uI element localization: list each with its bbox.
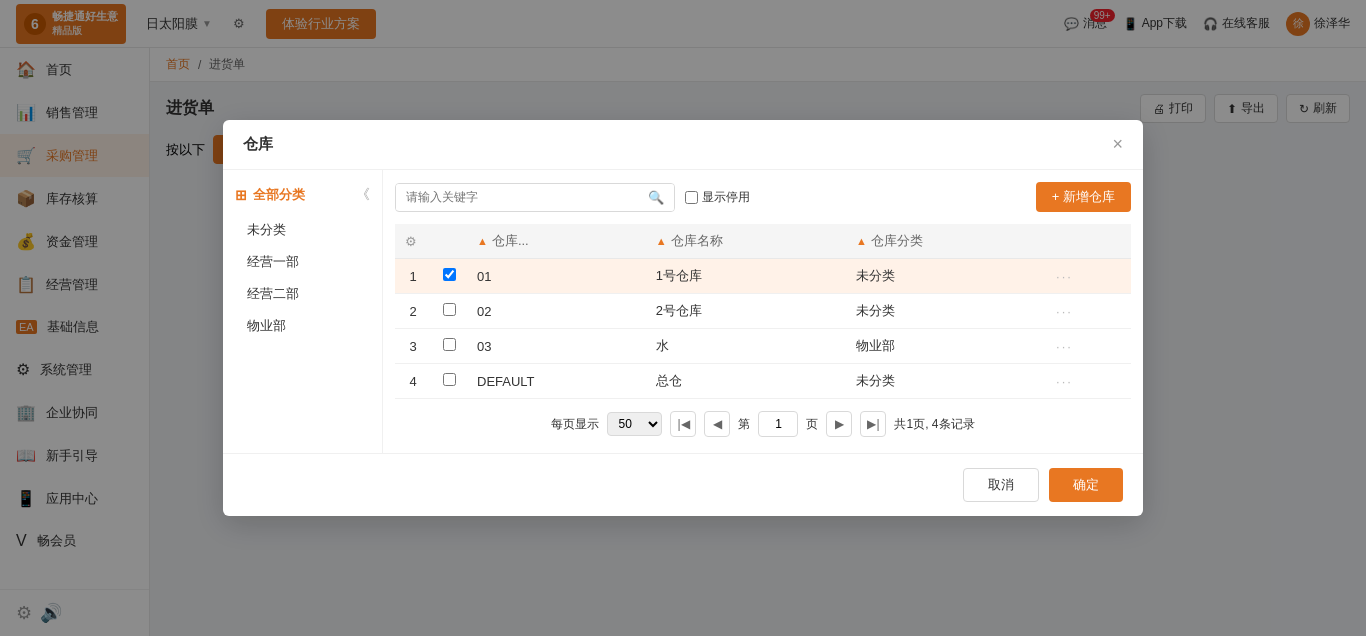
category-item-1[interactable]: 经营一部	[223, 246, 382, 278]
category-panel: ⊞ 全部分类 《 未分类 经营一部 经营二部 物业部	[223, 170, 383, 453]
first-page-btn[interactable]: |◀	[670, 411, 696, 437]
th-name: ▲ 仓库名称	[646, 224, 846, 259]
td-checkbox[interactable]	[431, 329, 467, 364]
category-header: ⊞ 全部分类 《	[223, 180, 382, 214]
td-gear: 4	[395, 364, 431, 399]
td-checkbox[interactable]	[431, 364, 467, 399]
th-category: ▲ 仓库分类	[846, 224, 1046, 259]
td-gear: 1	[395, 259, 431, 294]
th-code: ▲ 仓库...	[467, 224, 646, 259]
table-panel: 🔍 显示停用 + 新增仓库 ⚙	[383, 170, 1143, 453]
th-actions	[1046, 224, 1131, 259]
modal-title: 仓库	[243, 135, 273, 154]
td-gear: 3	[395, 329, 431, 364]
th-settings: ⚙	[395, 224, 431, 259]
td-name: 1号仓库	[646, 259, 846, 294]
prev-page-btn[interactable]: ◀	[704, 411, 730, 437]
table-toolbar: 🔍 显示停用 + 新增仓库	[395, 182, 1131, 212]
table-row[interactable]: 4 DEFAULT 总仓 未分类 ···	[395, 364, 1131, 399]
td-category: 未分类	[846, 364, 1046, 399]
grid-icon: ⊞	[235, 187, 247, 203]
add-warehouse-btn[interactable]: + 新增仓库	[1036, 182, 1131, 212]
warehouse-modal: 仓库 × ⊞ 全部分类 《 未分类 经营一部	[223, 120, 1143, 516]
page-number-input[interactable]	[758, 411, 798, 437]
td-more[interactable]: ···	[1046, 329, 1131, 364]
modal-header: 仓库 ×	[223, 120, 1143, 170]
category-item-2[interactable]: 经营二部	[223, 278, 382, 310]
search-icon[interactable]: 🔍	[638, 184, 674, 211]
cancel-btn[interactable]: 取消	[963, 468, 1039, 502]
total-label: 共1页, 4条记录	[894, 416, 974, 433]
td-name: 2号仓库	[646, 294, 846, 329]
modal-overlay: 仓库 × ⊞ 全部分类 《 未分类 经营一部	[0, 0, 1366, 636]
td-more[interactable]: ···	[1046, 294, 1131, 329]
last-page-btn[interactable]: ▶|	[860, 411, 886, 437]
td-gear: 2	[395, 294, 431, 329]
show-disabled-checkbox[interactable]	[685, 191, 698, 204]
per-page-select[interactable]: 50 100 200	[607, 412, 662, 436]
page-suffix: 页	[806, 416, 818, 433]
page-prefix: 第	[738, 416, 750, 433]
td-category: 物业部	[846, 329, 1046, 364]
td-checkbox[interactable]	[431, 294, 467, 329]
search-input[interactable]	[396, 184, 638, 210]
td-more[interactable]: ···	[1046, 364, 1131, 399]
pagination: 每页显示 50 100 200 |◀ ◀ 第 页 ▶ ▶| 共1页, 4条记录	[395, 399, 1131, 441]
td-category: 未分类	[846, 294, 1046, 329]
td-category: 未分类	[846, 259, 1046, 294]
collapse-btn[interactable]: 《	[356, 186, 370, 204]
per-page-label: 每页显示	[551, 416, 599, 433]
td-code: 01	[467, 259, 646, 294]
modal-footer: 取消 确定	[223, 453, 1143, 516]
td-code: DEFAULT	[467, 364, 646, 399]
search-box: 🔍	[395, 183, 675, 212]
modal-body: ⊞ 全部分类 《 未分类 经营一部 经营二部 物业部	[223, 170, 1143, 453]
td-checkbox[interactable]	[431, 259, 467, 294]
td-code: 03	[467, 329, 646, 364]
next-page-btn[interactable]: ▶	[826, 411, 852, 437]
sort-icon-name: ▲	[656, 235, 667, 247]
sort-icon: ▲	[477, 235, 488, 247]
category-item-3[interactable]: 物业部	[223, 310, 382, 342]
table-row[interactable]: 1 01 1号仓库 未分类 ···	[395, 259, 1131, 294]
warehouse-table: ⚙ ▲ 仓库... ▲	[395, 224, 1131, 399]
all-categories-btn[interactable]: ⊞ 全部分类	[235, 186, 305, 204]
td-more[interactable]: ···	[1046, 259, 1131, 294]
td-name: 总仓	[646, 364, 846, 399]
td-code: 02	[467, 294, 646, 329]
table-row[interactable]: 2 02 2号仓库 未分类 ···	[395, 294, 1131, 329]
sort-icon-cat: ▲	[856, 235, 867, 247]
confirm-btn[interactable]: 确定	[1049, 468, 1123, 502]
td-name: 水	[646, 329, 846, 364]
modal-close-btn[interactable]: ×	[1112, 134, 1123, 155]
table-row[interactable]: 3 03 水 物业部 ···	[395, 329, 1131, 364]
show-disabled-label[interactable]: 显示停用	[685, 189, 750, 206]
gear-icon: ⚙	[405, 234, 417, 249]
category-item-0[interactable]: 未分类	[223, 214, 382, 246]
th-checkbox	[431, 224, 467, 259]
